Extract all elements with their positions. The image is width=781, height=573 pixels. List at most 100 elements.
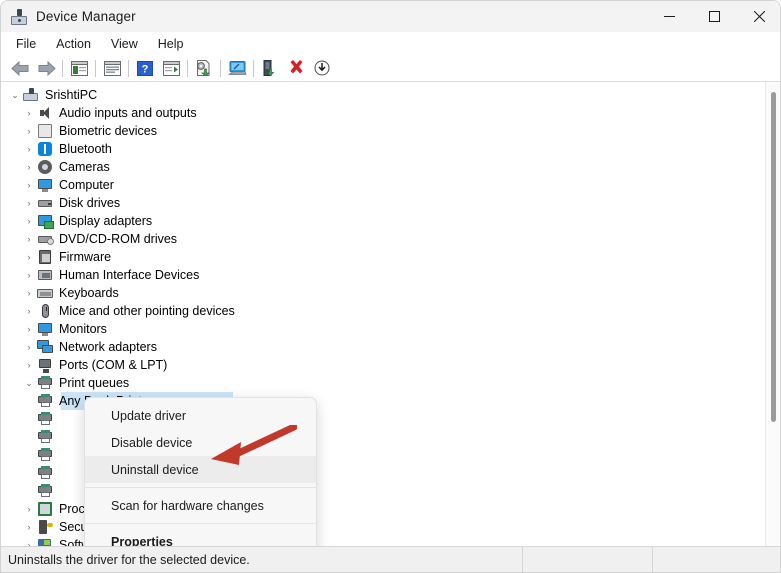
mouse-icon (37, 303, 53, 319)
tree-root-srishtipc[interactable]: ⌄ SrishtiPC (1, 86, 767, 104)
tree-item-label: Bluetooth (59, 142, 112, 156)
vertical-scrollbar[interactable] (765, 82, 780, 548)
monitor-icon (37, 321, 53, 337)
tree-item-label: Mice and other pointing devices (59, 304, 235, 318)
show-hide-action-pane-icon[interactable] (158, 57, 184, 80)
chevron-right-icon[interactable]: › (21, 338, 37, 356)
port-icon (37, 357, 53, 373)
tree-item-label: Network adapters (59, 340, 157, 354)
uninstall-device-icon[interactable] (283, 57, 309, 80)
context-menu-item-scan-for-hardware-changes[interactable]: Scan for hardware changes (85, 492, 316, 519)
chevron-right-icon[interactable]: › (21, 356, 37, 374)
printer-icon (37, 375, 53, 391)
device-manager-icon (11, 8, 27, 25)
tree-item-label: Human Interface Devices (59, 268, 200, 282)
tree-item-label: Biometric devices (59, 124, 157, 138)
tree-item-computer[interactable]: › Computer (1, 176, 767, 194)
svg-text:?: ? (142, 63, 149, 75)
toolbar: ? (1, 55, 780, 82)
tree-item-label: Ports (COM & LPT) (59, 358, 168, 372)
minimize-icon[interactable] (647, 1, 692, 32)
tree-item-label: Audio inputs and outputs (59, 106, 197, 120)
tree-item-firmware[interactable]: › Firmware (1, 248, 767, 266)
download-icon[interactable] (309, 57, 335, 80)
chevron-right-icon[interactable]: › (21, 122, 37, 140)
tree-item-disk-drives[interactable]: › Disk drives (1, 194, 767, 212)
chevron-right-icon[interactable]: › (21, 518, 37, 536)
tree-item-bluetooth[interactable]: › Bluetooth (1, 140, 767, 158)
chevron-right-icon[interactable]: › (21, 320, 37, 338)
context-menu-separator (85, 523, 316, 524)
toolbar-separator (253, 59, 254, 77)
printer-icon (37, 411, 53, 427)
tree-item-monitors[interactable]: › Monitors (1, 320, 767, 338)
device-manager-window: Device Manager File Action View Help ? ⌄… (0, 0, 781, 573)
disk-drive-icon (37, 195, 53, 211)
menu-action[interactable]: Action (46, 34, 101, 54)
tree-item-audio[interactable]: › Audio inputs and outputs (1, 104, 767, 122)
printer-icon (37, 393, 53, 409)
speaker-icon (37, 105, 53, 121)
chevron-right-icon[interactable]: › (21, 212, 37, 230)
tree-item-cameras[interactable]: › Cameras (1, 158, 767, 176)
security-device-icon (37, 519, 53, 535)
chevron-right-icon[interactable]: › (21, 500, 37, 518)
tree-item-print-queues[interactable]: ⌄ Print queues (1, 374, 767, 392)
tree-item-display-adapters[interactable]: › Display adapters (1, 212, 767, 230)
chevron-right-icon[interactable]: › (21, 248, 37, 266)
tree-item-keyboards[interactable]: › Keyboards (1, 284, 767, 302)
dvd-drive-icon (37, 231, 54, 247)
tree-item-label: Monitors (59, 322, 107, 336)
chevron-right-icon[interactable]: › (21, 266, 37, 284)
chevron-expanded-icon[interactable]: ⌄ (7, 86, 23, 104)
chevron-right-icon[interactable]: › (21, 140, 37, 158)
chevron-right-icon[interactable]: › (21, 230, 37, 248)
close-icon[interactable] (737, 1, 780, 32)
chevron-right-icon[interactable]: › (21, 194, 37, 212)
chevron-right-icon[interactable]: › (21, 176, 37, 194)
printer-icon (37, 429, 53, 445)
tree-item-label: Keyboards (59, 286, 119, 300)
back-icon[interactable] (7, 57, 33, 80)
chevron-right-icon[interactable]: › (21, 302, 37, 320)
title-bar: Device Manager (1, 1, 780, 32)
menu-file[interactable]: File (6, 34, 46, 54)
enable-device-icon[interactable] (257, 57, 283, 80)
printer-icon (37, 447, 53, 463)
scan-for-hardware-changes-icon[interactable] (224, 57, 250, 80)
tree-item-mice[interactable]: › Mice and other pointing devices (1, 302, 767, 320)
toolbar-separator (220, 59, 221, 77)
properties-icon[interactable] (99, 57, 125, 80)
context-menu-item-disable-device[interactable]: Disable device (85, 429, 316, 456)
context-menu-item-update-driver[interactable]: Update driver (85, 402, 316, 429)
tree-root-label: SrishtiPC (45, 88, 98, 102)
tree-item-ports[interactable]: › Ports (COM & LPT) (1, 356, 767, 374)
maximize-icon[interactable] (692, 1, 737, 32)
fingerprint-icon (37, 123, 53, 139)
tree-item-biometric[interactable]: › Biometric devices (1, 122, 767, 140)
chevron-right-icon[interactable]: › (21, 158, 37, 176)
network-adapter-icon (37, 339, 53, 355)
menu-view[interactable]: View (101, 34, 148, 54)
monitor-icon (37, 177, 53, 193)
tree-item-network-adapters[interactable]: › Network adapters (1, 338, 767, 356)
toolbar-separator (62, 59, 63, 77)
show-hide-console-tree-icon[interactable] (66, 57, 92, 80)
tree-item-hid[interactable]: › Human Interface Devices (1, 266, 767, 284)
printer-icon (37, 483, 53, 499)
context-menu-separator (85, 487, 316, 488)
scrollbar-thumb[interactable] (771, 92, 776, 422)
update-driver-icon[interactable] (191, 57, 217, 80)
chevron-right-icon[interactable]: › (21, 284, 37, 302)
context-menu-item-uninstall-device[interactable]: Uninstall device (85, 456, 316, 483)
tree-item-dvd-cdrom[interactable]: › DVD/CD-ROM drives (1, 230, 767, 248)
tree-item-label: DVD/CD-ROM drives (59, 232, 178, 246)
status-bar: Uninstalls the driver for the selected d… (1, 546, 780, 572)
menu-help[interactable]: Help (148, 34, 194, 54)
chevron-expanded-icon[interactable]: ⌄ (21, 374, 37, 392)
toolbar-separator (95, 59, 96, 77)
forward-icon[interactable] (33, 57, 59, 80)
help-icon[interactable]: ? (132, 57, 158, 80)
chevron-right-icon[interactable]: › (21, 104, 37, 122)
context-menu[interactable]: Update driver Disable device Uninstall d… (84, 397, 317, 560)
